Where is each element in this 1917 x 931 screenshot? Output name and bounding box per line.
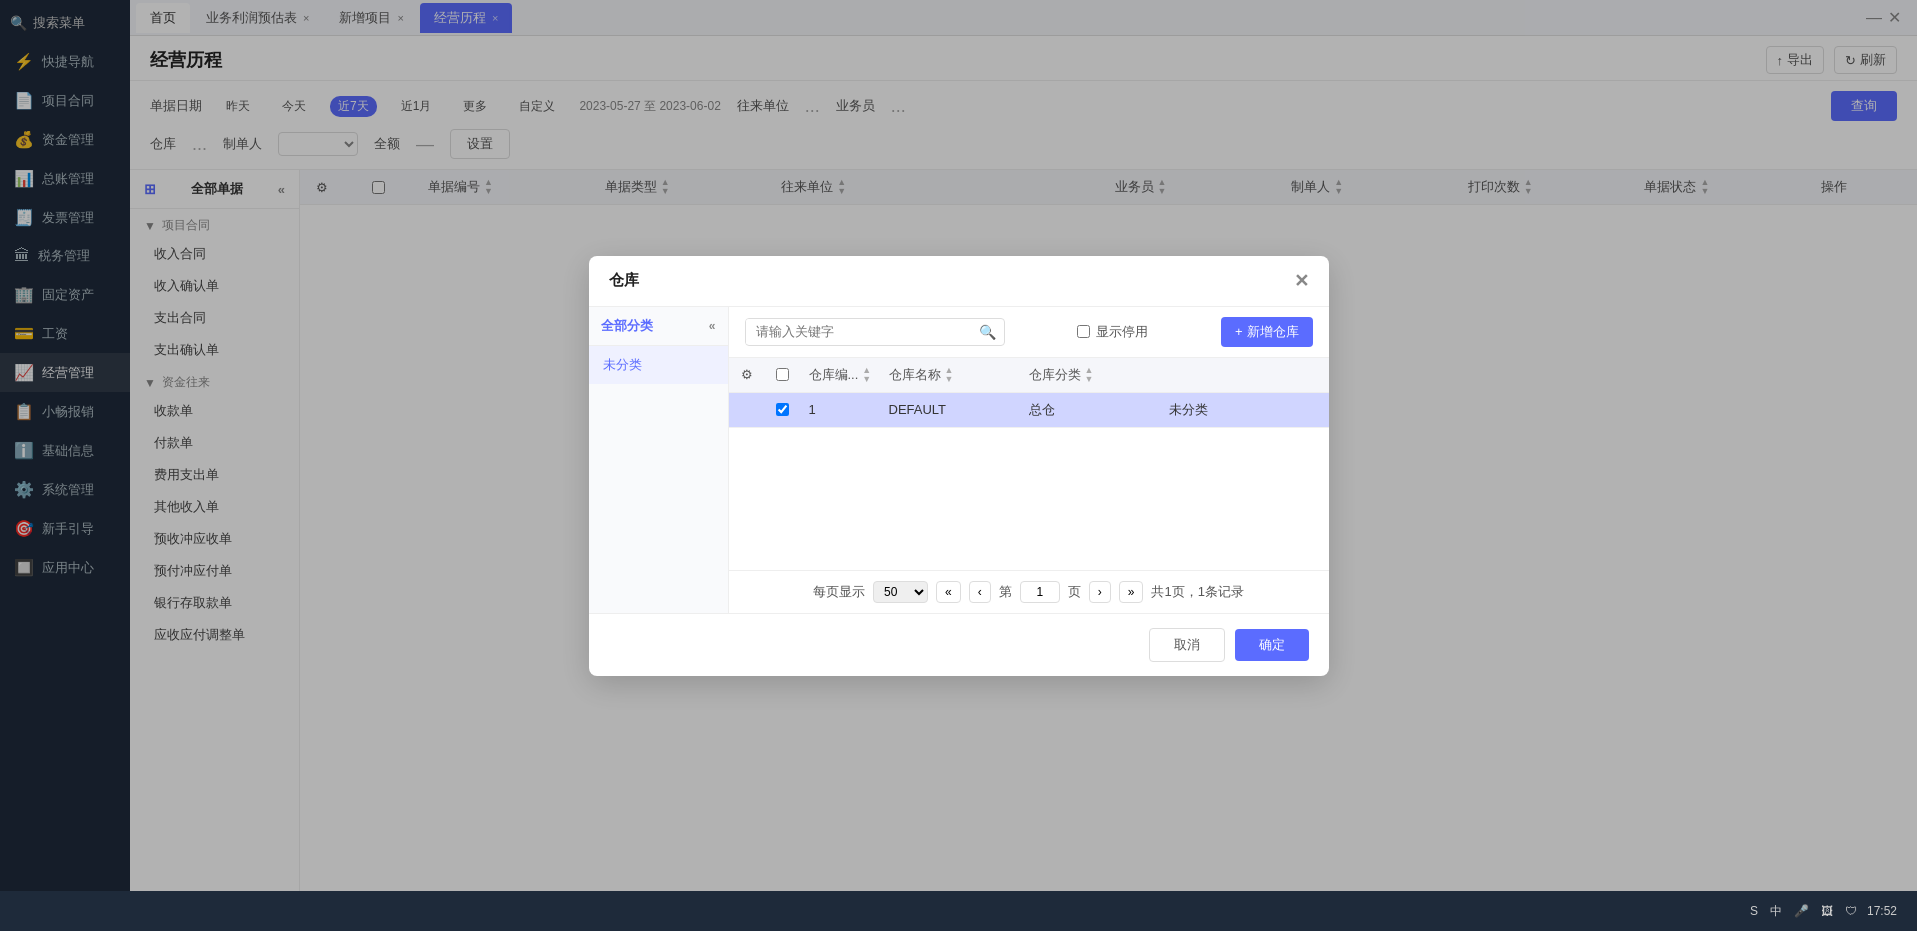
modal-total-text: 共1页，1条记录 (1151, 583, 1243, 601)
th-check[interactable] (765, 368, 801, 381)
modal-search-box: 🔍 (745, 318, 1005, 346)
modal-toolbar: 🔍 显示停用 + 新增仓库 (729, 307, 1329, 358)
modal-search-input[interactable] (746, 319, 971, 344)
modal-select-all-checkbox[interactable] (776, 368, 789, 381)
modal-prev-page-btn[interactable]: ‹ (969, 581, 991, 603)
row-warehouse-id: 1 (801, 402, 881, 417)
sort-arrows-wh-category[interactable]: ▲▼ (1085, 366, 1094, 384)
modal-table-footer: 每页显示 50 100 « ‹ 第 页 › » 共1页，1条记录 (729, 570, 1329, 613)
modal-cancel-button[interactable]: 取消 (1149, 628, 1225, 662)
modal-left-panel: 全部分类 « 未分类 (589, 307, 729, 613)
modal-page-size-select[interactable]: 50 100 (873, 581, 928, 603)
all-categories-label: 全部分类 (601, 317, 653, 335)
modal-page-suffix: 页 (1068, 583, 1081, 601)
warehouse-modal: 仓库 ✕ 全部分类 « 未分类 🔍 (589, 256, 1329, 676)
taskbar-icon-1[interactable]: S (1750, 904, 1758, 918)
modal-close-button[interactable]: ✕ (1294, 270, 1309, 292)
uncategorized-label: 未分类 (603, 357, 642, 372)
modal-search-icon[interactable]: 🔍 (971, 319, 1004, 345)
sort-arrows-wh-name[interactable]: ▲▼ (945, 366, 954, 384)
th-settings[interactable]: ⚙ (729, 367, 765, 382)
modal-left-item-uncategorized[interactable]: 未分类 (589, 346, 728, 384)
modal-page-size-label: 每页显示 (813, 583, 865, 601)
modal-panel-collapse-icon[interactable]: « (709, 319, 716, 333)
modal-overlay[interactable]: 仓库 ✕ 全部分类 « 未分类 🔍 (0, 0, 1917, 931)
add-warehouse-label: 新增仓库 (1247, 323, 1299, 341)
add-warehouse-plus-icon: + (1235, 324, 1243, 339)
modal-header: 仓库 ✕ (589, 256, 1329, 307)
modal-next-page-btn[interactable]: › (1089, 581, 1111, 603)
taskbar-time: 17:52 (1867, 904, 1897, 918)
show-disabled-label: 显示停用 (1096, 323, 1148, 341)
show-disabled-checkbox[interactable] (1077, 325, 1090, 338)
modal-footer: 取消 确定 (589, 613, 1329, 676)
add-warehouse-button[interactable]: + 新增仓库 (1221, 317, 1313, 347)
th-warehouse-name: 仓库名称 ▲▼ (881, 366, 1021, 384)
taskbar-icon-5[interactable]: 🛡 (1845, 904, 1857, 918)
taskbar-icon-2[interactable]: 中 (1770, 903, 1782, 920)
th-warehouse-code: 仓库编... ▲▼ (801, 366, 881, 384)
taskbar: S 中 🎤 🖼 🛡 17:52 (0, 891, 1917, 931)
th-warehouse-code-label: 仓库编... (809, 366, 859, 384)
modal-table-header: ⚙ 仓库编... ▲▼ 仓库名称 ▲▼ 仓库分类 (729, 358, 1329, 393)
taskbar-icon-4[interactable]: 🖼 (1821, 904, 1833, 918)
modal-page-label: 第 (999, 583, 1012, 601)
modal-body: 全部分类 « 未分类 🔍 显示停用 (589, 307, 1329, 613)
modal-page-input[interactable] (1020, 581, 1060, 603)
th-warehouse-category-label: 仓库分类 (1029, 366, 1081, 384)
sort-arrows-wh-code[interactable]: ▲▼ (862, 366, 871, 384)
row-warehouse-category: 未分类 (1161, 401, 1329, 419)
th-warehouse-name-label: 仓库名称 (889, 366, 941, 384)
modal-confirm-button[interactable]: 确定 (1235, 629, 1309, 661)
table-row[interactable]: 1 DEFAULT 总仓 未分类 (729, 393, 1329, 428)
row-warehouse-name: 总仓 (1021, 401, 1161, 419)
taskbar-icons: S 中 🎤 🖼 🛡 (1750, 903, 1857, 920)
modal-title: 仓库 (609, 271, 639, 290)
th-warehouse-category: 仓库分类 ▲▼ (1021, 366, 1329, 384)
modal-left-header: 全部分类 « (589, 307, 728, 346)
modal-last-page-btn[interactable]: » (1119, 581, 1144, 603)
modal-show-disabled: 显示停用 (1077, 323, 1148, 341)
row-checkbox[interactable] (776, 403, 789, 416)
row-warehouse-code: DEFAULT (881, 402, 1021, 417)
taskbar-icon-3[interactable]: 🎤 (1794, 904, 1809, 918)
modal-first-page-btn[interactable]: « (936, 581, 961, 603)
modal-content-panel: 🔍 显示停用 + 新增仓库 ⚙ (729, 307, 1329, 613)
modal-table: ⚙ 仓库编... ▲▼ 仓库名称 ▲▼ 仓库分类 (729, 358, 1329, 570)
row-check[interactable] (765, 403, 801, 416)
